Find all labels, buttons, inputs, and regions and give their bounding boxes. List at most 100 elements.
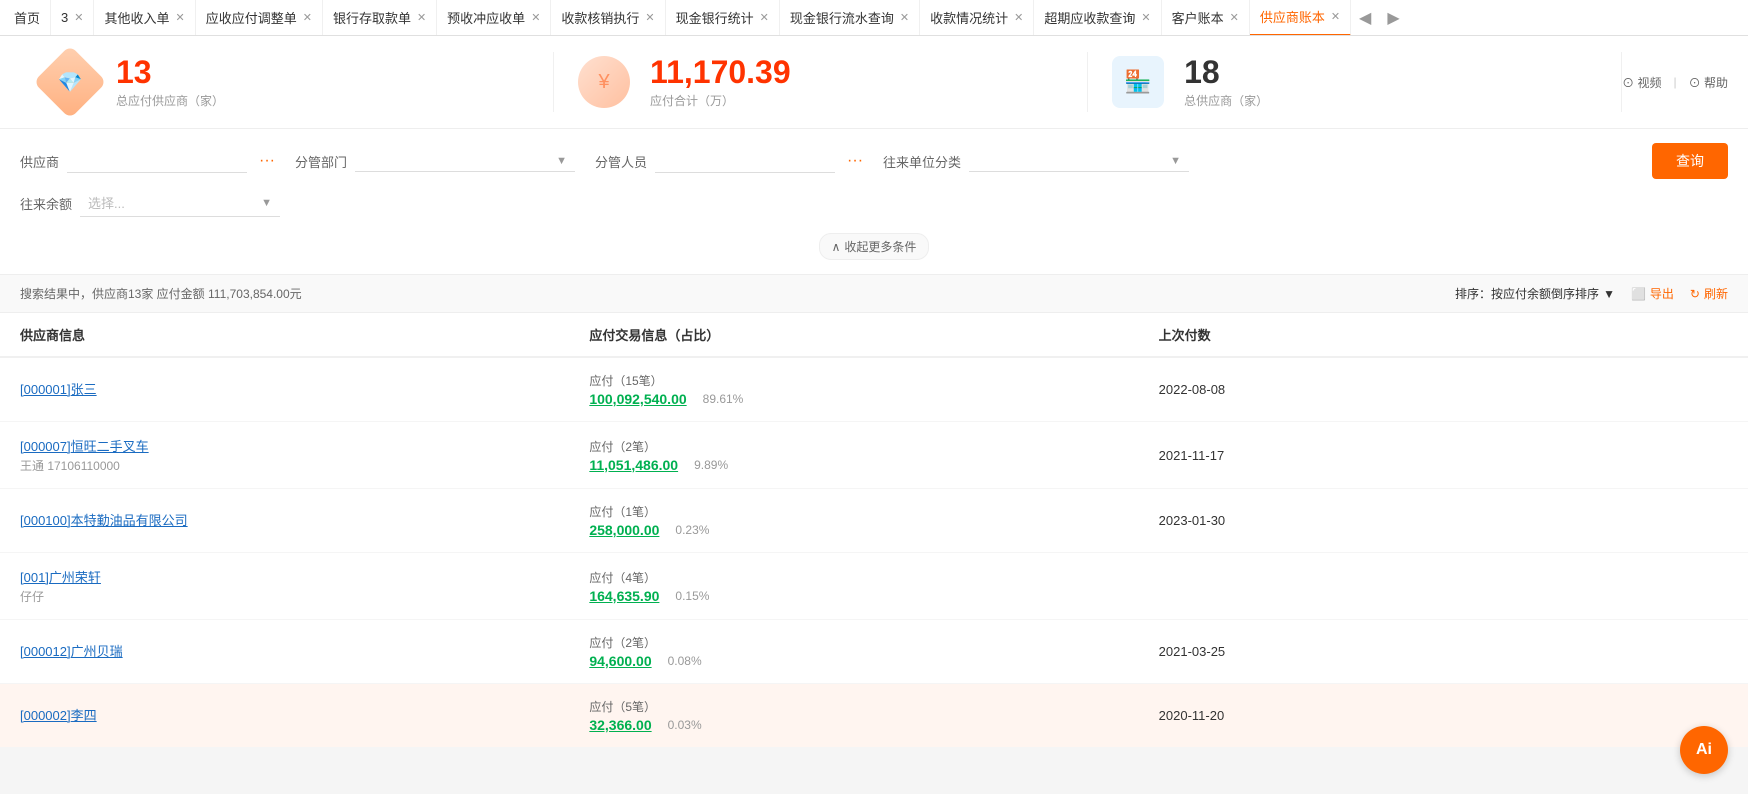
nav-close-cash-stats[interactable]: ✕ [760, 11, 769, 24]
ai-button[interactable]: Ai [1680, 726, 1728, 774]
payable-row-5: 32,366.00 0.03% [589, 717, 1158, 733]
payable-pct-5: 0.03% [668, 718, 702, 732]
category-select[interactable]: ▼ [969, 151, 1189, 172]
person-dots-icon[interactable]: ··· [847, 152, 863, 170]
nav-next-arrow[interactable]: ▶ [1379, 8, 1407, 28]
nav-bank-deposit[interactable]: 银行存取款单 ✕ [323, 0, 437, 36]
nav-other-income[interactable]: 其他收入单 ✕ [94, 0, 195, 36]
payable-amount-4[interactable]: 94,600.00 [589, 653, 651, 669]
nav-tab-3[interactable]: 3 ✕ [51, 0, 94, 36]
nav-receipt-stats[interactable]: 收款情况统计 ✕ [920, 0, 1034, 36]
nav-close-customer-ledger[interactable]: ✕ [1230, 11, 1239, 24]
result-summary: 搜索结果中，供应商13家 应付金额 111,703,854.00元 [20, 285, 302, 302]
payable-pct-0: 89.61% [703, 392, 744, 406]
supplier-sub-3: 仔仔 [20, 588, 589, 605]
supplier-sub-1: 王通 17106110000 [20, 457, 589, 474]
nav-prepaid[interactable]: 预收冲应收单 ✕ [437, 0, 551, 36]
export-icon: ⬜ [1631, 287, 1646, 301]
category-dropdown-icon: ▼ [1170, 155, 1181, 167]
nav-cash-stats[interactable]: 现金银行统计 ✕ [666, 0, 780, 36]
payable-info-0: 应付（15笔） 100,092,540.00 89.61% [589, 372, 1158, 407]
payable-amount-5[interactable]: 32,366.00 [589, 717, 651, 733]
video-link[interactable]: ⊙ 视频 [1622, 74, 1661, 91]
nav-adjustment[interactable]: 应收应付调整单 ✕ [196, 0, 323, 36]
nav-customer-ledger[interactable]: 客户账本 ✕ [1162, 0, 1250, 36]
result-bar: 搜索结果中，供应商13家 应付金额 111,703,854.00元 排序：按应付… [0, 275, 1748, 313]
help-link[interactable]: ⊙ 帮助 [1689, 74, 1728, 91]
supplier-info-4: [000012]广州贝瑞 [20, 641, 589, 662]
nav-close-adjustment[interactable]: ✕ [303, 11, 312, 24]
payable-row-0: 100,092,540.00 89.61% [589, 391, 1158, 407]
filter-row-1: 供应商 ··· 分管部门 ▼ 分管人员 ··· 往来单位分类 ▼ [20, 143, 1728, 179]
nav-cash-flow[interactable]: 现金银行流水查询 ✕ [780, 0, 920, 36]
refresh-button[interactable]: ↻ 刷新 [1690, 285, 1728, 302]
payable-amount-1[interactable]: 11,051,486.00 [589, 457, 678, 473]
help-video-area: ⊙ 视频 | ⊙ 帮助 [1622, 74, 1728, 91]
category-label: 往来单位分类 [883, 152, 961, 171]
query-button[interactable]: 查询 [1652, 143, 1728, 179]
nav-prev-arrow[interactable]: ◀ [1351, 8, 1379, 28]
stat-card-total-suppliers: 🏪 18 总供应商（家） [1088, 52, 1622, 112]
last-payment-1: 2021-11-17 [1159, 448, 1728, 463]
supplier-link-2[interactable]: [000100]本特勤油品有限公司 [20, 513, 188, 528]
supplier-dots-icon[interactable]: ··· [259, 152, 275, 170]
nav-close-collection[interactable]: ✕ [645, 11, 654, 24]
supplier-link-4[interactable]: [000012]广州贝瑞 [20, 644, 123, 659]
payable-amount-3[interactable]: 164,635.90 [589, 588, 659, 604]
nav-overdue[interactable]: 超期应收款查询 ✕ [1034, 0, 1161, 36]
supplier-link-5[interactable]: [000002]李四 [20, 708, 97, 723]
payable-row-1: 11,051,486.00 9.89% [589, 457, 1158, 473]
balance-dropdown-icon: ▼ [261, 197, 272, 209]
supplier-info-0: [000001]张三 [20, 379, 589, 400]
nav-close-supplier-ledger[interactable]: ✕ [1331, 10, 1340, 23]
nav-close-bank-deposit[interactable]: ✕ [417, 11, 426, 24]
nav-close-cash-flow[interactable]: ✕ [900, 11, 909, 24]
supplier-link-3[interactable]: [001]广州荣轩 [20, 570, 101, 585]
table-body: [000001]张三 应付（15笔） 100,092,540.00 89.61%… [0, 358, 1748, 748]
supplier-input[interactable] [67, 149, 247, 173]
collapse-button[interactable]: ∧ 收起更多条件 [819, 233, 930, 260]
sort-dropdown-icon: ▼ [1603, 287, 1615, 301]
balance-select[interactable]: 选择... ▼ [80, 189, 280, 217]
stat-label-1: 总应付供应商（家） [116, 92, 224, 109]
last-payment-5: 2020-11-20 [1159, 708, 1728, 723]
supplier-info-5: [000002]李四 [20, 705, 589, 726]
stat-card-3-text: 18 总供应商（家） [1184, 56, 1268, 109]
nav-supplier-ledger[interactable]: 供应商账本 ✕ [1250, 0, 1351, 36]
col-supplier-info: 供应商信息 [20, 325, 589, 344]
nav-home[interactable]: 首页 [4, 0, 51, 36]
nav-collection[interactable]: 收款核销执行 ✕ [551, 0, 665, 36]
dept-label: 分管部门 [295, 152, 347, 171]
nav-close-other-income[interactable]: ✕ [175, 11, 184, 24]
export-button[interactable]: ⬜ 导出 [1631, 285, 1674, 302]
balance-label: 往来余额 [20, 194, 72, 213]
supplier-link-0[interactable]: [000001]张三 [20, 382, 97, 397]
payable-amount-0[interactable]: 100,092,540.00 [589, 391, 686, 407]
nav-close-3[interactable]: ✕ [74, 11, 83, 24]
sort-select[interactable]: 排序：按应付余额倒序排序 ▼ [1455, 285, 1615, 302]
stat-value-2: 11,170.39 [650, 56, 791, 88]
payable-label-1: 应付（2笔） [589, 438, 1158, 455]
payable-amount-2[interactable]: 258,000.00 [589, 522, 659, 538]
nav-close-prepaid[interactable]: ✕ [531, 11, 540, 24]
stat-value-3: 18 [1184, 56, 1268, 88]
filter-person: 分管人员 ··· [595, 149, 863, 173]
payable-pct-3: 0.15% [675, 589, 709, 603]
filter-category: 往来单位分类 ▼ [883, 151, 1189, 172]
payable-info-2: 应付（1笔） 258,000.00 0.23% [589, 503, 1158, 538]
person-input[interactable] [655, 149, 835, 173]
nav-close-receipt-stats[interactable]: ✕ [1014, 11, 1023, 24]
filter-supplier: 供应商 ··· [20, 149, 275, 173]
supplier-info-1: [000007]恒旺二手叉车 王通 17106110000 [20, 436, 589, 474]
dept-select[interactable]: ▼ [355, 151, 575, 172]
filter-balance: 往来余额 选择... ▼ [20, 189, 280, 217]
payable-row-4: 94,600.00 0.08% [589, 653, 1158, 669]
nav-close-overdue[interactable]: ✕ [1141, 11, 1150, 24]
last-payment-2: 2023-01-30 [1159, 513, 1728, 528]
payable-pct-2: 0.23% [675, 523, 709, 537]
supplier-link-1[interactable]: [000007]恒旺二手叉车 [20, 439, 149, 454]
table-row: [000001]张三 应付（15笔） 100,092,540.00 89.61%… [0, 358, 1748, 422]
nav-bar: 首页 3 ✕ 其他收入单 ✕ 应收应付调整单 ✕ 银行存取款单 ✕ 预收冲应收单… [0, 0, 1748, 36]
payable-label-4: 应付（2笔） [589, 634, 1158, 651]
col-payable-info: 应付交易信息（占比） [589, 325, 1158, 344]
